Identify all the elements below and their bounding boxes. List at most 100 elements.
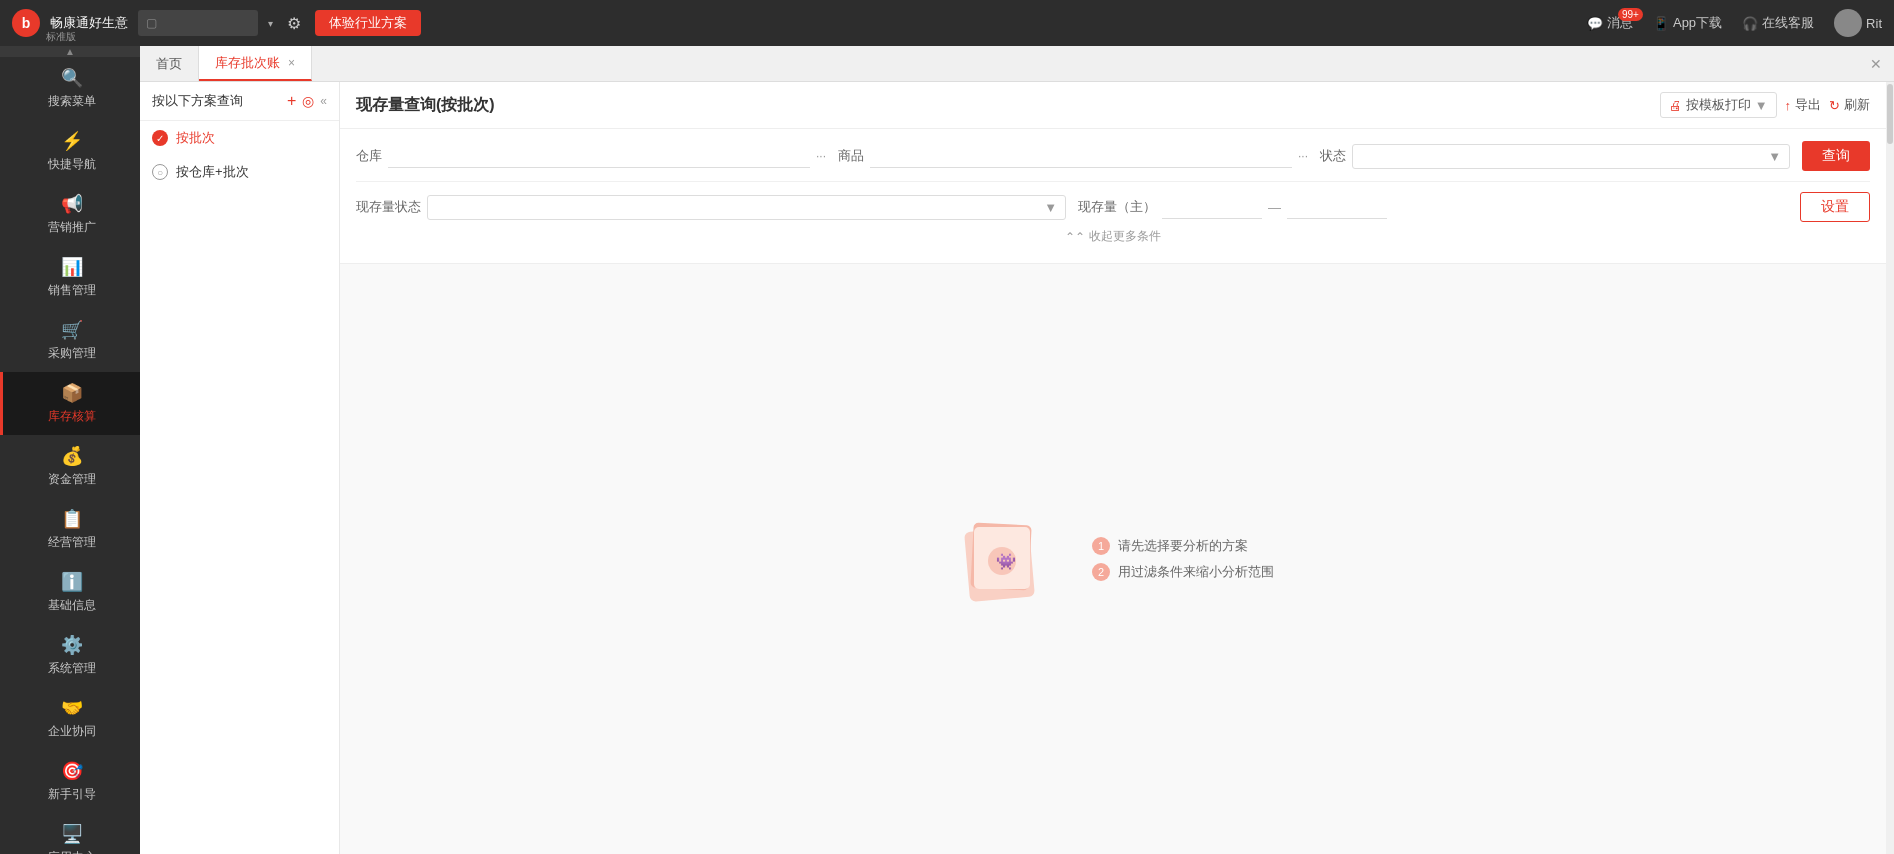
- sidebar-item-system[interactable]: ⚙️ 系统管理: [0, 624, 140, 687]
- filter-row-1: 仓库 ··· 商品 ··· 状态: [356, 141, 1870, 171]
- amount-dash: —: [1268, 200, 1281, 215]
- user-avatar[interactable]: Rit: [1834, 9, 1882, 37]
- content-area: 首页 库存批次账 × ✕ 按以下方案查询 + ◎ «: [140, 46, 1894, 854]
- print-chevron: ▼: [1755, 98, 1768, 113]
- online-service-icon: 🎧: [1742, 16, 1758, 31]
- goods-more[interactable]: ···: [1298, 149, 1308, 163]
- sidebar-label-enterprise: 企业协同: [48, 723, 96, 740]
- inventory-amount-min[interactable]: [1162, 195, 1262, 219]
- left-panel-header: 按以下方案查询 + ◎ «: [140, 82, 339, 121]
- left-panel-collapse-icon[interactable]: «: [320, 94, 327, 108]
- query-button[interactable]: 查询: [1802, 141, 1870, 171]
- status-select[interactable]: ▼: [1352, 144, 1790, 169]
- page-content: 按以下方案查询 + ◎ « ✓ 按批次 ○ 按仓库+批次: [140, 82, 1894, 854]
- tab-bar: 首页 库存批次账 × ✕: [140, 46, 1894, 82]
- empty-state: 👾 1 请先选择要分析的方案 2 用过滤条件来缩小分析范围: [340, 264, 1886, 854]
- collapse-more-button[interactable]: ⌃⌃ 收起更多条件: [356, 222, 1870, 251]
- topbar-gear-icon[interactable]: ⚙: [287, 14, 301, 33]
- filter-separator: [356, 181, 1870, 182]
- sidebar-item-shortcut[interactable]: ⚡ 快捷导航: [0, 120, 140, 183]
- scheme-item-by-warehouse-batch[interactable]: ○ 按仓库+批次: [140, 155, 339, 189]
- filter-area: 仓库 ··· 商品 ··· 状态: [340, 129, 1886, 264]
- app-download-button[interactable]: 📱 App下载: [1653, 14, 1722, 32]
- online-service-button[interactable]: 🎧 在线客服: [1742, 14, 1814, 32]
- sidebar-item-marketing[interactable]: 📢 营销推广: [0, 183, 140, 246]
- sidebar-label-inventory: 库存核算: [48, 408, 96, 425]
- settings-button[interactable]: 设置: [1800, 192, 1870, 222]
- svg-text:👾: 👾: [996, 552, 1016, 571]
- warehouse-more[interactable]: ···: [816, 149, 826, 163]
- sidebar-item-operations[interactable]: 📋 经营管理: [0, 498, 140, 561]
- add-scheme-button[interactable]: +: [287, 92, 296, 110]
- sidebar-item-enterprise[interactable]: 🤝 企业协同: [0, 687, 140, 750]
- sales-icon: 📊: [61, 256, 83, 278]
- topbar-search[interactable]: ▢: [138, 10, 258, 36]
- sidebar-item-sales[interactable]: 📊 销售管理: [0, 246, 140, 309]
- sidebar-item-finance[interactable]: 💰 资金管理: [0, 435, 140, 498]
- tip-text-2: 用过滤条件来缩小分析范围: [1118, 563, 1274, 581]
- active-dot: ✓: [152, 130, 168, 146]
- right-scrollbar[interactable]: [1886, 82, 1894, 854]
- refresh-button[interactable]: ↻ 刷新: [1829, 96, 1870, 114]
- sidebar-label-appstore: 应用中心: [48, 849, 96, 854]
- sidebar-scroll-up[interactable]: ▲: [0, 46, 140, 57]
- left-panel-title: 按以下方案查询: [152, 92, 243, 110]
- warehouse-filter: 仓库 ···: [356, 144, 826, 168]
- sidebar-item-basic[interactable]: ℹ️ 基础信息: [0, 561, 140, 624]
- basic-icon: ℹ️: [61, 571, 83, 593]
- tab-close-x-button[interactable]: ✕: [1858, 56, 1894, 72]
- inventory-status-label: 现存量状态: [356, 198, 421, 216]
- warehouse-label: 仓库: [356, 147, 382, 165]
- filter-row-2: 现存量状态 ▼ 现存量（主） — 设置: [356, 192, 1870, 222]
- tab-close-icon[interactable]: ×: [288, 56, 295, 70]
- sidebar-item-search[interactable]: 🔍 搜索菜单: [0, 57, 140, 120]
- target-icon[interactable]: ◎: [302, 93, 314, 109]
- app-logo: b: [12, 9, 40, 37]
- goods-label: 商品: [838, 147, 864, 165]
- sidebar-label-marketing: 营销推广: [48, 219, 96, 236]
- sidebar-item-appstore[interactable]: 🖥️ 应用中心: [0, 813, 140, 854]
- newbie-icon: 🎯: [61, 760, 83, 782]
- print-button[interactable]: 🖨 按模板打印 ▼: [1660, 92, 1777, 118]
- sidebar: ▲ 🔍 搜索菜单 ⚡ 快捷导航 📢 营销推广 📊 销售管理 🛒 采购管理 📦 库…: [0, 46, 140, 854]
- sidebar-item-purchase[interactable]: 🛒 采购管理: [0, 309, 140, 372]
- inventory-status-select[interactable]: ▼: [427, 195, 1066, 220]
- print-icon: 🖨: [1669, 98, 1682, 113]
- empty-illustration: 👾: [952, 509, 1052, 609]
- warehouse-input[interactable]: [388, 144, 810, 168]
- tab-home[interactable]: 首页: [140, 46, 199, 81]
- tip-num-2: 2: [1092, 563, 1110, 581]
- scrollbar-thumb: [1887, 84, 1893, 144]
- tab-inventory[interactable]: 库存批次账 ×: [199, 46, 312, 81]
- user-name: Rit: [1866, 16, 1882, 31]
- header-actions: 🖨 按模板打印 ▼ ↑ 导出 ↻ 刷新: [1660, 92, 1870, 118]
- app-download-label: App下载: [1673, 14, 1722, 32]
- search-icon: 🔍: [61, 67, 83, 89]
- sidebar-label-basic: 基础信息: [48, 597, 96, 614]
- scheme-item-by-batch[interactable]: ✓ 按批次: [140, 121, 339, 155]
- goods-input[interactable]: [870, 144, 1292, 168]
- inventory-status-chevron: ▼: [1044, 200, 1057, 215]
- operations-icon: 📋: [61, 508, 83, 530]
- online-service-label: 在线客服: [1762, 14, 1814, 32]
- export-button[interactable]: ↑ 导出: [1785, 96, 1822, 114]
- message-button[interactable]: 💬 消息 99+: [1587, 14, 1633, 32]
- inventory-amount-max[interactable]: [1287, 195, 1387, 219]
- scheme-by-batch-label: 按批次: [176, 129, 215, 147]
- experience-btn[interactable]: 体验行业方案: [315, 10, 421, 36]
- system-icon: ⚙️: [61, 634, 83, 656]
- empty-tips: 1 请先选择要分析的方案 2 用过滤条件来缩小分析范围: [1092, 537, 1274, 581]
- inventory-amount-filter: 现存量（主） —: [1078, 195, 1788, 219]
- main-layout: ▲ 🔍 搜索菜单 ⚡ 快捷导航 📢 营销推广 📊 销售管理 🛒 采购管理 📦 库…: [0, 46, 1894, 854]
- topbar-search-chevron[interactable]: ▾: [268, 18, 273, 29]
- message-icon: 💬: [1587, 16, 1603, 31]
- sidebar-item-newbie[interactable]: 🎯 新手引导: [0, 750, 140, 813]
- empty-content: 👾 1 请先选择要分析的方案 2 用过滤条件来缩小分析范围: [952, 509, 1274, 609]
- collapse-label: 收起更多条件: [1089, 228, 1161, 245]
- tip-text-1: 请先选择要分析的方案: [1118, 537, 1248, 555]
- print-label: 按模板打印: [1686, 96, 1751, 114]
- message-badge: 99+: [1618, 8, 1643, 21]
- inventory-icon: 📦: [61, 382, 83, 404]
- avatar-img: [1834, 9, 1862, 37]
- sidebar-item-inventory[interactable]: 📦 库存核算: [0, 372, 140, 435]
